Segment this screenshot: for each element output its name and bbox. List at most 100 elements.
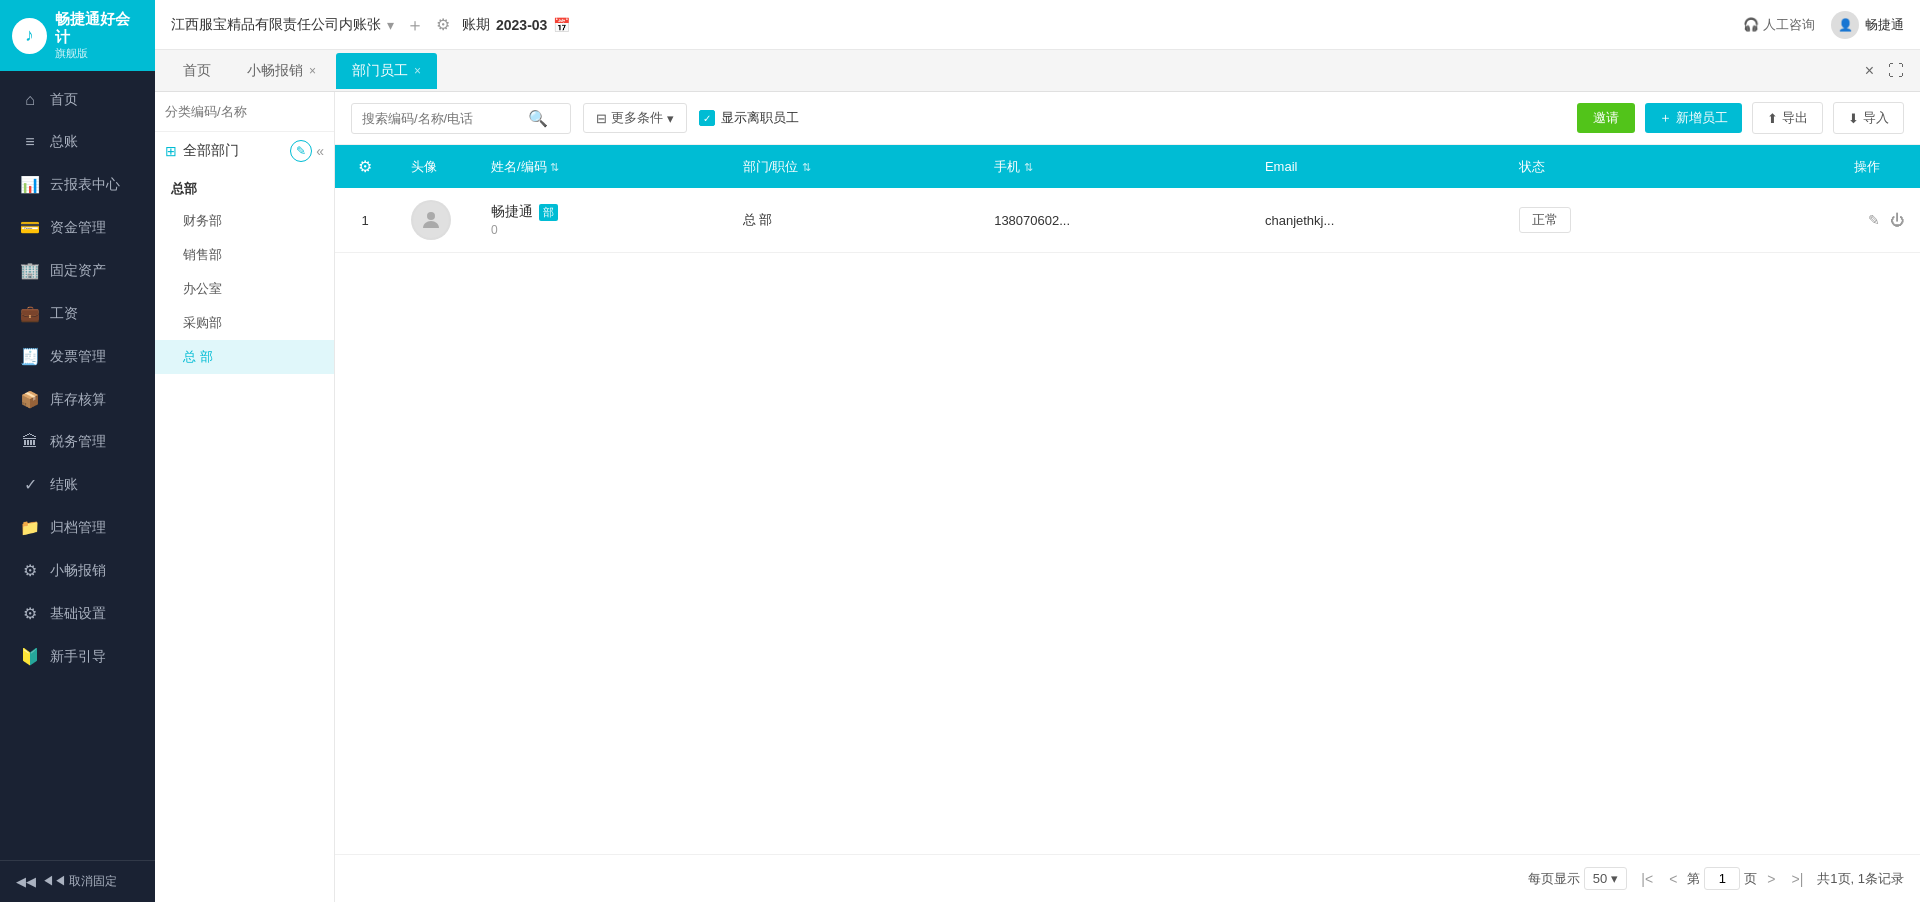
sidebar-nav: ⌂ 首页 ≡ 总账 📊 云报表中心 💳 资金管理 🏢 固定资产 💼 工资 🧾 发… <box>0 71 155 860</box>
calendar-icon: 📅 <box>553 17 570 33</box>
dept-item-office[interactable]: 办公室 <box>155 272 334 306</box>
col-dept[interactable]: 部门/职位 ⇅ <box>727 145 979 188</box>
dept-search-input[interactable] <box>165 104 333 119</box>
show-resigned-checkbox[interactable]: ✓ <box>699 110 715 126</box>
home-icon: ⌂ <box>20 91 40 109</box>
content-area: 🔍 ⊞ 全部部门 ✎ « 总部 财务部 销售部 办公室 采购部 <box>155 92 1920 902</box>
tab-actions: × ⛶ <box>1861 58 1908 84</box>
period-selector[interactable]: 账期 2023-03 📅 <box>462 16 570 34</box>
employee-table: ⚙ 头像 姓名/编码 ⇅ 部门/职位 ⇅ <box>335 145 1920 854</box>
topbar: 江西服宝精品有限责任公司内账张 ▾ ＋ ⚙ 账期 2023-03 📅 🎧 人工咨… <box>155 0 1920 50</box>
sidebar: ♪ 畅捷通好会计 旗舰版 ⌂ 首页 ≡ 总账 📊 云报表中心 💳 资金管理 🏢 … <box>0 0 155 902</box>
app-logo-text: 畅捷通好会计 旗舰版 <box>55 10 143 61</box>
export-icon: ⬆ <box>1767 111 1778 126</box>
ledger-icon: ≡ <box>20 133 40 151</box>
col-name[interactable]: 姓名/编码 ⇅ <box>475 145 727 188</box>
basic-icon: ⚙ <box>20 604 40 623</box>
svg-point-0 <box>427 212 435 220</box>
dept-edit-button[interactable]: ✎ <box>290 140 312 162</box>
headset-icon: 🎧 <box>1743 17 1759 32</box>
employee-search-box: 🔍 <box>351 103 571 134</box>
col-num: ⚙ <box>335 145 395 188</box>
show-resigned-toggle[interactable]: ✓ 显示离职员工 <box>699 109 799 127</box>
sidebar-item-assets[interactable]: 🏢 固定资产 <box>0 249 155 292</box>
add-company-button[interactable]: ＋ <box>406 13 424 37</box>
sidebar-item-close[interactable]: ✓ 结账 <box>0 463 155 506</box>
tab-close-all-button[interactable]: × <box>1861 58 1878 84</box>
department-panel: 🔍 ⊞ 全部部门 ✎ « 总部 财务部 销售部 办公室 采购部 <box>155 92 335 902</box>
sidebar-item-tax[interactable]: 🏛 税务管理 <box>0 421 155 463</box>
capital-icon: 💳 <box>20 218 40 237</box>
cell-dept: 总 部 <box>727 188 979 253</box>
dept-group-root: 总部 财务部 销售部 办公室 采购部 总 部 <box>155 170 334 378</box>
logout-employee-button[interactable]: ⏻ <box>1890 212 1904 228</box>
page-number-input[interactable] <box>1704 867 1740 890</box>
company-selector[interactable]: 江西服宝精品有限责任公司内账张 ▾ <box>171 16 394 34</box>
search-icon[interactable]: 🔍 <box>528 109 548 128</box>
tax-icon: 🏛 <box>20 433 40 451</box>
dept-item-sales[interactable]: 销售部 <box>155 238 334 272</box>
sidebar-collapse-button[interactable]: ◀◀ ◀◀ 取消固定 <box>0 860 155 902</box>
name-sort-icon: ⇅ <box>550 161 559 173</box>
cell-status: 正常 <box>1503 188 1714 253</box>
dept-item-general[interactable]: 总 部 <box>155 340 334 374</box>
archive-icon: 📁 <box>20 518 40 537</box>
sidebar-item-basic[interactable]: ⚙ 基础设置 <box>0 592 155 635</box>
sidebar-item-wages[interactable]: 💼 工资 <box>0 292 155 335</box>
user-menu[interactable]: 👤 畅捷通 <box>1831 11 1904 39</box>
sidebar-item-archive[interactable]: 📁 归档管理 <box>0 506 155 549</box>
close-books-icon: ✓ <box>20 475 40 494</box>
last-page-button[interactable]: >| <box>1786 869 1810 889</box>
add-icon: ＋ <box>1659 109 1672 127</box>
dept-item-finance[interactable]: 财务部 <box>155 204 334 238</box>
next-page-button[interactable]: > <box>1761 869 1781 889</box>
sidebar-item-ledger[interactable]: ≡ 总账 <box>0 121 155 163</box>
edit-employee-button[interactable]: ✎ <box>1868 212 1880 228</box>
tab-close-xiaochang[interactable]: × <box>309 64 316 78</box>
toolbar-right-actions: 邀请 ＋ 新增员工 ⬆ 导出 ⬇ 导入 <box>1577 102 1904 134</box>
filter-button[interactable]: ⊟ 更多条件 ▾ <box>583 103 687 133</box>
page-navigation: |< < 第 页 > >| <box>1635 867 1809 890</box>
tab-deptstaff[interactable]: 部门员工 × <box>336 53 437 89</box>
sidebar-item-reports[interactable]: 📊 云报表中心 <box>0 163 155 206</box>
cell-phone: 138070602... <box>978 188 1249 253</box>
tab-close-deptstaff[interactable]: × <box>414 64 421 78</box>
tab-expand-button[interactable]: ⛶ <box>1884 58 1908 84</box>
all-dept-label-group: ⊞ 全部部门 <box>165 142 239 160</box>
xiaochang-icon: ⚙ <box>20 561 40 580</box>
col-phone[interactable]: 手机 ⇅ <box>978 145 1249 188</box>
import-icon: ⬇ <box>1848 111 1859 126</box>
sidebar-item-capital[interactable]: 💳 资金管理 <box>0 206 155 249</box>
sidebar-item-xiaochang[interactable]: ⚙ 小畅报销 <box>0 549 155 592</box>
sidebar-item-home[interactable]: ⌂ 首页 <box>0 79 155 121</box>
export-button[interactable]: ⬆ 导出 <box>1752 102 1823 134</box>
sidebar-item-guide[interactable]: 🔰 新手引导 <box>0 635 155 678</box>
first-page-button[interactable]: |< <box>1635 869 1659 889</box>
import-button[interactable]: ⬇ 导入 <box>1833 102 1904 134</box>
settings-button[interactable]: ⚙ <box>436 15 450 34</box>
sidebar-item-invoice[interactable]: 🧾 发票管理 <box>0 335 155 378</box>
dept-sort-icon: ⇅ <box>802 161 811 173</box>
employee-search-input[interactable] <box>362 111 522 126</box>
sidebar-logo[interactable]: ♪ 畅捷通好会计 旗舰版 <box>0 0 155 71</box>
user-avatar: 👤 <box>1831 11 1859 39</box>
col-email: Email <box>1249 145 1503 188</box>
tab-xiaochang[interactable]: 小畅报销 × <box>231 53 332 89</box>
add-employee-button[interactable]: ＋ 新增员工 <box>1645 103 1742 133</box>
sidebar-item-inventory[interactable]: 📦 库存核算 <box>0 378 155 421</box>
main-area: 江西服宝精品有限责任公司内账张 ▾ ＋ ⚙ 账期 2023-03 📅 🎧 人工咨… <box>155 0 1920 902</box>
dept-item-purchase[interactable]: 采购部 <box>155 306 334 340</box>
cell-name: 畅捷通 部 0 <box>475 188 727 253</box>
settings-col-icon[interactable]: ⚙ <box>358 158 372 175</box>
tab-home[interactable]: 首页 <box>167 53 227 89</box>
all-dept-header[interactable]: ⊞ 全部部门 ✎ « <box>155 132 334 170</box>
status-badge: 正常 <box>1519 207 1571 233</box>
page-size-dropdown[interactable]: 50 ▾ <box>1584 867 1627 890</box>
prev-page-button[interactable]: < <box>1663 869 1683 889</box>
dept-collapse-icon[interactable]: « <box>316 143 324 159</box>
consult-button[interactable]: 🎧 人工咨询 <box>1743 16 1815 34</box>
guide-icon: 🔰 <box>20 647 40 666</box>
employee-avatar <box>411 200 451 240</box>
sidebar-collapse-icon: ◀◀ <box>16 874 36 889</box>
invite-button[interactable]: 邀请 <box>1577 103 1635 133</box>
